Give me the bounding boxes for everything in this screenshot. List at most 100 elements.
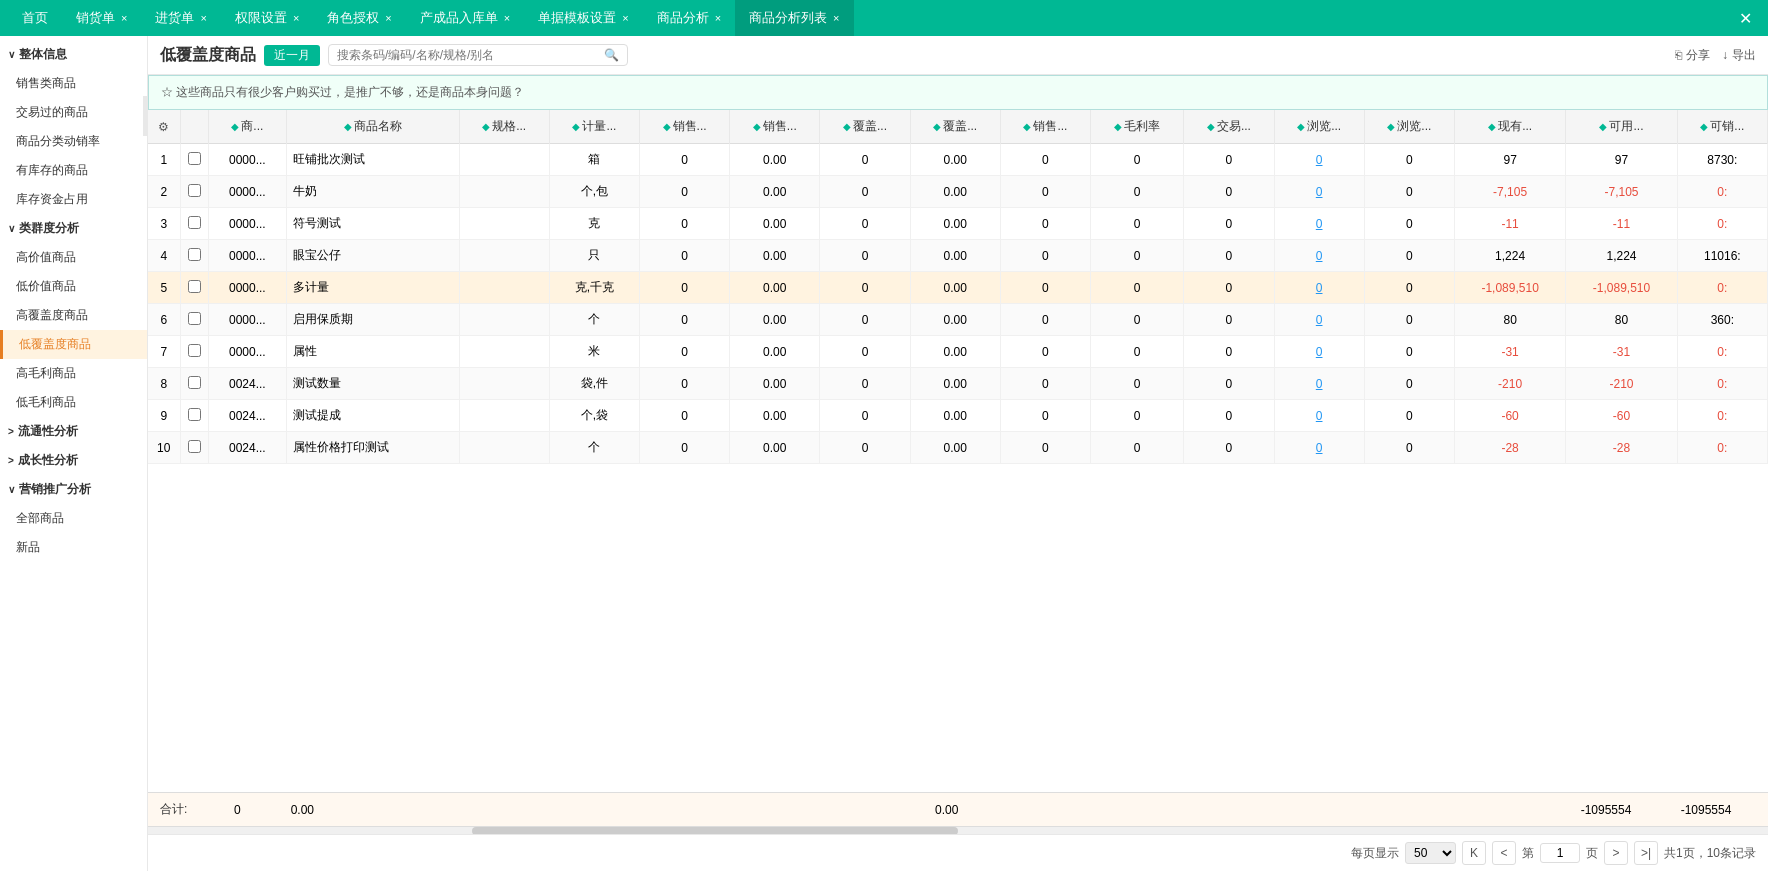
cell-cov2: 0.00 [910,176,1000,208]
first-page-button[interactable]: K [1462,841,1486,865]
col-coverage2[interactable]: ◆覆盖... [910,110,1000,144]
cell-browse1[interactable]: 0 [1274,144,1364,176]
sidebar-item-low-value[interactable]: 低价值商品 [0,272,147,301]
col-saleable[interactable]: ◆可销... [1677,110,1767,144]
window-close-button[interactable]: ✕ [1730,0,1760,36]
col-browse1[interactable]: ◆浏览... [1274,110,1364,144]
nav-close-product-analysis[interactable]: × [715,12,721,24]
nav-purchase[interactable]: 进货单 × [141,0,220,36]
sidebar-section-group-analysis[interactable]: ∨ 类群度分析 [0,214,147,243]
sidebar-item-all-products[interactable]: 全部商品 [0,504,147,533]
nav-close-purchase[interactable]: × [200,12,206,24]
period-button[interactable]: 近一月 [264,45,320,66]
sidebar-item-traded-products[interactable]: 交易过的商品 [0,98,147,127]
sidebar-item-high-value[interactable]: 高价值商品 [0,243,147,272]
nav-close-permission[interactable]: × [293,12,299,24]
cell-browse1[interactable]: 0 [1274,432,1364,464]
col-spec[interactable]: ◆规格... [459,110,549,144]
cell-trade: 0 [1184,336,1274,368]
next-page-button[interactable]: > [1604,841,1628,865]
cell-checkbox[interactable] [180,240,208,272]
nav-close-finished-goods[interactable]: × [504,12,510,24]
nav-permission[interactable]: 权限设置 × [221,0,313,36]
cell-browse1[interactable]: 0 [1274,400,1364,432]
prev-page-button[interactable]: < [1492,841,1516,865]
col-sales-amt[interactable]: ◆销售... [730,110,820,144]
share-button[interactable]: ⎗ 分享 [1675,47,1710,64]
cell-checkbox[interactable] [180,400,208,432]
cell-checkbox[interactable] [180,272,208,304]
horizontal-scrollbar[interactable] [148,826,1768,834]
cell-sales-amt: 0.00 [730,240,820,272]
sidebar-item-inventory-capital[interactable]: 库存资金占用 [0,185,147,214]
nav-home[interactable]: 首页 [8,0,62,36]
cell-current: -7,105 [1454,176,1565,208]
sidebar-item-high-coverage[interactable]: 高覆盖度商品 [0,301,147,330]
col-settings[interactable]: ⚙ [148,110,180,144]
nav-product-analysis[interactable]: 商品分析 × [643,0,735,36]
nav-role[interactable]: 角色授权 × [313,0,405,36]
cell-browse1[interactable]: 0 [1274,272,1364,304]
col-code[interactable]: ◆商... [208,110,287,144]
nav-close-sales-order[interactable]: × [121,12,127,24]
search-input[interactable] [337,48,604,62]
export-button[interactable]: ↓ 导出 [1722,47,1756,64]
cell-cov2: 0.00 [910,368,1000,400]
cell-browse1[interactable]: 0 [1274,240,1364,272]
cell-sales-qty: 0 [639,400,729,432]
sidebar-item-sales-products[interactable]: 销售类商品 [0,69,147,98]
table-container[interactable]: ⚙ ◆商... ◆商品名称 ◆规格... ◆计量... ◆销售... ◆销售..… [148,110,1768,792]
cell-available: -210 [1566,368,1677,400]
nav-close-template[interactable]: × [622,12,628,24]
nav-sales-order[interactable]: 销货单 × [62,0,141,36]
col-sales-qty[interactable]: ◆销售... [639,110,729,144]
sidebar-item-in-stock-products[interactable]: 有库存的商品 [0,156,147,185]
settings-icon[interactable]: ⚙ [158,120,169,134]
col-coverage1[interactable]: ◆覆盖... [820,110,910,144]
search-icon[interactable]: 🔍 [604,48,619,62]
nav-product-analysis-list[interactable]: 商品分析列表 × [735,0,853,36]
sidebar-section-overall[interactable]: ∨ 整体信息 [0,40,147,69]
cell-sales-amt: 0.00 [730,304,820,336]
cell-browse1[interactable]: 0 [1274,368,1364,400]
sidebar-item-low-margin[interactable]: 低毛利商品 [0,388,147,417]
nav-finished-goods[interactable]: 产成品入库单 × [406,0,524,36]
sidebar-item-low-coverage[interactable]: 低覆盖度商品 [0,330,147,359]
col-available[interactable]: ◆可用... [1566,110,1677,144]
col-sales3[interactable]: ◆销售... [1000,110,1090,144]
table-row: 8 0024... 测试数量 袋,件 0 0.00 0 0.00 0 0 0 0… [148,368,1768,400]
page-input[interactable] [1540,843,1580,863]
per-page-select[interactable]: 50 20 100 [1405,842,1456,864]
col-trade[interactable]: ◆交易... [1184,110,1274,144]
cell-name: 多计量 [287,272,459,304]
cell-browse1[interactable]: 0 [1274,208,1364,240]
cell-checkbox[interactable] [180,432,208,464]
col-name[interactable]: ◆商品名称 [287,110,459,144]
sidebar-item-category-sales-rate[interactable]: 商品分类动销率 [0,127,147,156]
sidebar-section-growth[interactable]: > 成长性分析 [0,446,147,475]
cell-checkbox[interactable] [180,368,208,400]
last-page-button[interactable]: >| [1634,841,1658,865]
total-current: -1095554 [1556,803,1656,817]
sidebar-item-new-products[interactable]: 新品 [0,533,147,562]
cell-checkbox[interactable] [180,304,208,336]
cell-browse1[interactable]: 0 [1274,304,1364,336]
cell-checkbox[interactable] [180,336,208,368]
sidebar-section-liquidity[interactable]: > 流通性分析 [0,417,147,446]
col-current[interactable]: ◆现有... [1454,110,1565,144]
col-browse2[interactable]: ◆浏览... [1364,110,1454,144]
nav-close-role[interactable]: × [385,12,391,24]
nav-close-product-analysis-list[interactable]: × [833,12,839,24]
col-gross-margin[interactable]: ◆毛利率 [1091,110,1184,144]
cell-checkbox[interactable] [180,144,208,176]
cell-browse1[interactable]: 0 [1274,176,1364,208]
col-unit[interactable]: ◆计量... [549,110,639,144]
nav-template-settings[interactable]: 单据模板设置 × [524,0,642,36]
cell-checkbox[interactable] [180,208,208,240]
cell-name: 属性 [287,336,459,368]
cell-checkbox[interactable] [180,176,208,208]
sidebar-section-marketing[interactable]: ∨ 营销推广分析 [0,475,147,504]
sidebar-item-high-margin[interactable]: 高毛利商品 [0,359,147,388]
cell-browse1[interactable]: 0 [1274,336,1364,368]
cell-saleable: 8730: [1677,144,1767,176]
